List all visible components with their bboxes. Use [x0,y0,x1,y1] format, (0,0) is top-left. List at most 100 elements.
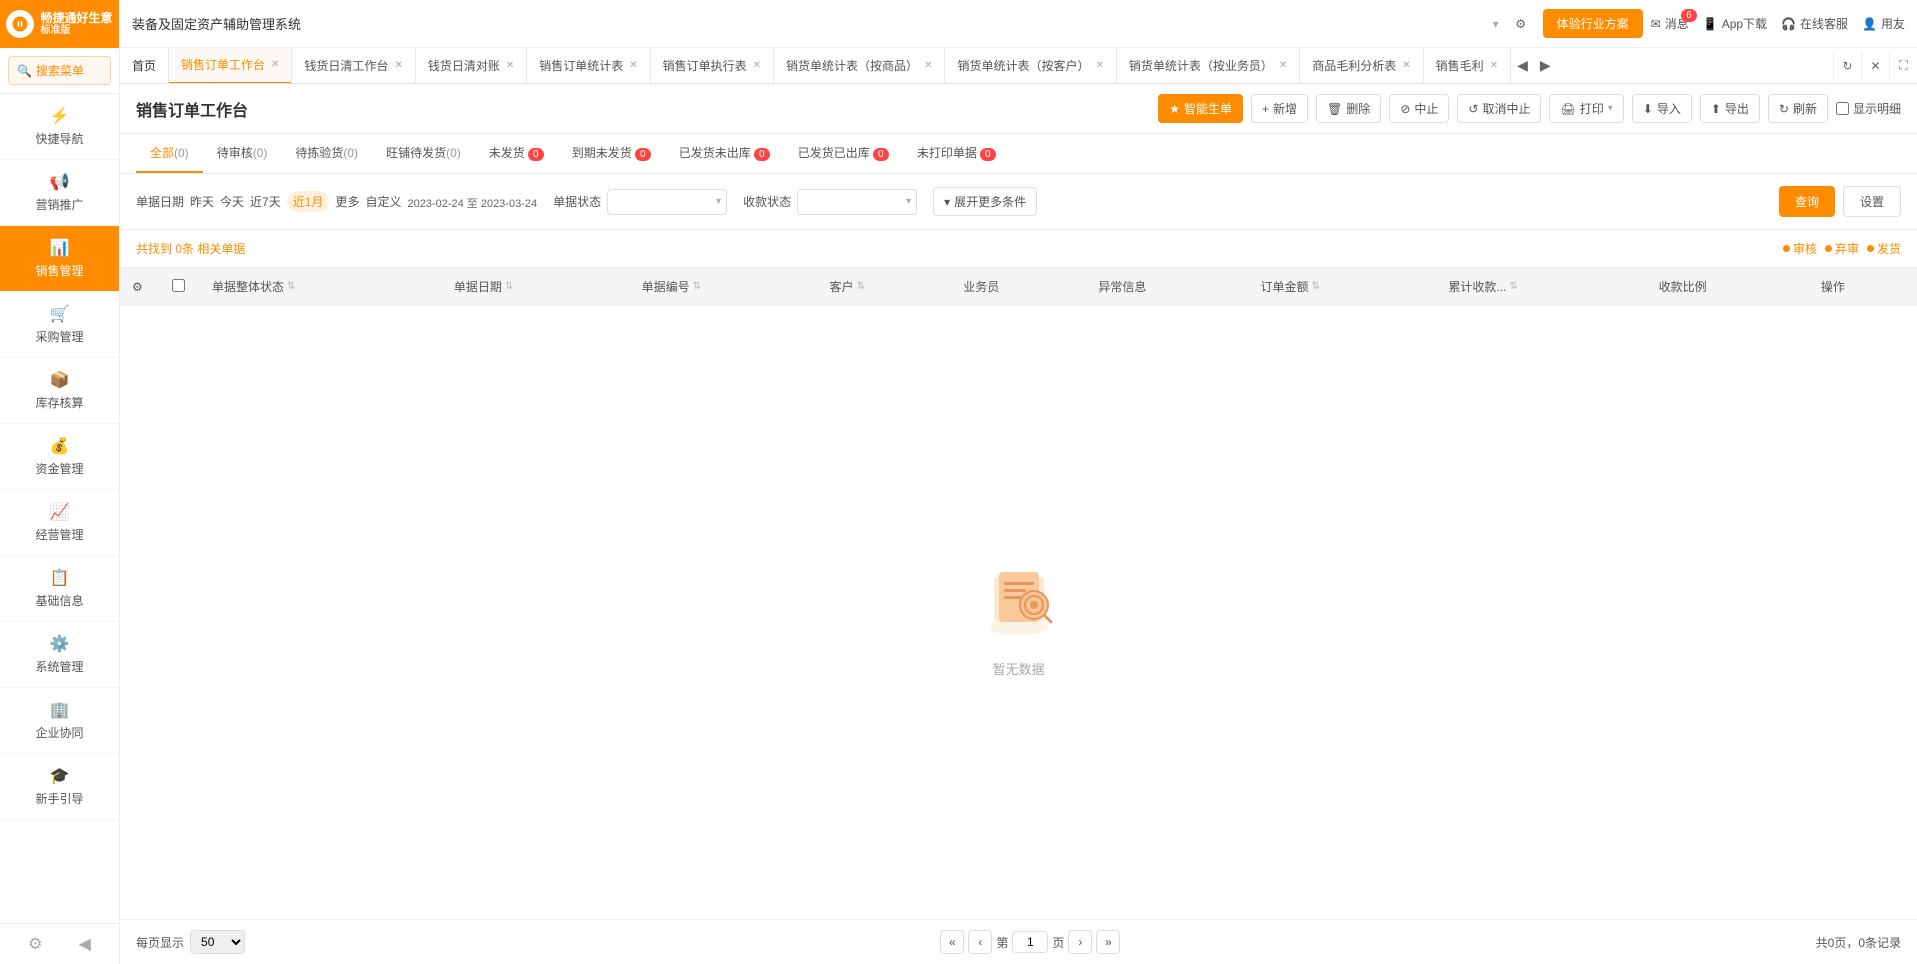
topbar-settings-icon[interactable]: ⚙ [1507,10,1535,38]
filter-tab-all[interactable]: 全部(0) [136,134,203,173]
search-settings-button[interactable]: 设置 [1843,186,1901,217]
tabs-close-icon[interactable]: ✕ [1861,52,1889,80]
sidebar-item-system[interactable]: ⚙️ 系统管理 [0,622,119,688]
sidebar-item-sales[interactable]: 📊 销售管理 [0,226,119,292]
filter-tab-shipped-out[interactable]: 已发货已出库0 [784,134,903,173]
export-button[interactable]: ⬆ 导出 [1700,94,1760,123]
tab-sales-workbench[interactable]: 销售订单工作台 ✕ [169,48,292,84]
tab-sales-stats[interactable]: 销售订单统计表 ✕ [527,48,650,84]
tab-summary-customer-close[interactable]: ✕ [1095,60,1103,71]
topbar-dropdown-arrow[interactable]: ▾ [1493,17,1499,31]
col-received[interactable]: 累计收款... ⇅ [1436,268,1646,306]
col-settings[interactable]: ⚙ [120,268,160,306]
tabs-refresh-icon[interactable]: ↻ [1833,52,1861,80]
trial-button[interactable]: 体验行业方案 [1543,9,1643,38]
audit-button[interactable]: 审核 [1783,240,1817,257]
ship-button[interactable]: 发货 [1867,240,1901,257]
sidebar-item-inventory[interactable]: 📦 库存核算 [0,358,119,424]
col-status[interactable]: 单据整体状态 ⇅ [200,268,442,306]
add-button[interactable]: + 新增 [1251,94,1308,123]
tab-sales-summary-product[interactable]: 销货单统计表（按商品） ✕ [774,48,945,84]
col-staff[interactable]: 业务员 [951,268,1086,306]
select-all-checkbox[interactable] [172,279,185,292]
expand-icon: ▾ [944,195,950,209]
tabs-nav-next[interactable]: ▶ [1534,57,1557,74]
cancel-pause-button[interactable]: ↺ 取消中止 [1457,94,1541,123]
tab-cash-reconcile[interactable]: 钱货日清对账 ✕ [416,48,527,84]
filter-tab-not-shipped[interactable]: 未发货0 [475,134,558,173]
tab-product-margin-close[interactable]: ✕ [1402,60,1410,71]
filter-tab-wangpu[interactable]: 旺铺待发货(0) [372,134,475,173]
app-download-button[interactable]: 📱 App下载 [1703,15,1767,32]
tab-sales-summary-customer[interactable]: 销货单统计表（按客户） ✕ [945,48,1116,84]
tab-product-margin[interactable]: 商品毛利分析表 ✕ [1300,48,1423,84]
date-opt-yesterday[interactable]: 昨天 [190,193,214,210]
cancel-audit-button[interactable]: 弃审 [1825,240,1859,257]
message-button[interactable]: ✉ 消息 6 [1651,15,1689,32]
sidebar-item-marketing[interactable]: 📢 营销推广 [0,160,119,226]
prev-page-button[interactable]: ‹ [968,930,992,954]
date-opt-today[interactable]: 今天 [220,193,244,210]
sidebar-item-operations[interactable]: 📈 经营管理 [0,490,119,556]
next-page-button[interactable]: › [1068,930,1092,954]
search-menu-button[interactable]: 🔍 搜索菜单 [8,56,111,85]
smart-create-button[interactable]: ★ 智能生单 [1158,94,1243,123]
date-opt-custom[interactable]: 自定义 [365,193,401,210]
sidebar-item-purchase[interactable]: 🛒 采购管理 [0,292,119,358]
tab-cash-reconcile-close[interactable]: ✕ [506,60,514,71]
col-amount[interactable]: 订单金额 ⇅ [1249,268,1437,306]
tab-sales-exec[interactable]: 销售订单执行表 ✕ [651,48,774,84]
col-checkbox[interactable] [160,268,200,306]
tab-home[interactable]: 首页 [120,48,169,84]
payment-select[interactable] [797,189,917,215]
filter-tab-not-printed[interactable]: 未打印单据0 [903,134,1010,173]
col-number[interactable]: 单据编号 ⇅ [630,268,818,306]
expand-conditions-button[interactable]: ▾ 展开更多条件 [933,187,1037,216]
show-detail-checkbox-wrapper[interactable]: 显示明细 [1836,100,1901,117]
show-detail-checkbox[interactable] [1836,102,1849,115]
first-page-button[interactable]: « [940,930,964,954]
sidebar-item-beginner[interactable]: 🎓 新手引导 [0,754,119,820]
tab-sales-gross-close[interactable]: ✕ [1490,60,1498,71]
sidebar-item-base-info[interactable]: 📋 基础信息 [0,556,119,622]
filter-tab-shipped-not-out[interactable]: 已发货未出库0 [665,134,784,173]
tabs-expand-icon[interactable]: ⛶ [1889,52,1917,80]
tab-summary-staff-close[interactable]: ✕ [1279,60,1287,71]
page-number-input[interactable] [1012,931,1048,953]
tab-sales-summary-staff[interactable]: 销货单统计表（按业务员） ✕ [1117,48,1300,84]
filter-tab-pending-inspect[interactable]: 待拣验货(0) [281,134,372,173]
date-opt-more[interactable]: 更多 [335,193,359,210]
collapse-icon[interactable]: ◀ [79,934,91,954]
tab-sales-stats-close[interactable]: ✕ [629,60,637,71]
delete-button[interactable]: 🗑 删除 [1316,94,1381,123]
status-select[interactable] [607,189,727,215]
date-opt-1month[interactable]: 近1月 [287,191,330,212]
settings-gear-icon[interactable]: ⚙ [28,934,42,954]
col-ratio[interactable]: 收款比例 [1647,268,1809,306]
tabs-nav-prev[interactable]: ◀ [1511,57,1534,74]
refresh-button[interactable]: ↻ 刷新 [1768,94,1828,123]
sidebar-item-quick-nav[interactable]: ⚡ 快捷导航 [0,94,119,160]
filter-tab-pending-review[interactable]: 待审核(0) [203,134,282,173]
date-opt-7days[interactable]: 近7天 [250,193,281,210]
col-customer[interactable]: 客户 ⇅ [817,268,951,306]
tab-cash-daily-close[interactable]: ✕ [394,60,402,71]
col-date[interactable]: 单据日期 ⇅ [442,268,630,306]
pause-button[interactable]: ⊘ 中止 [1389,94,1449,123]
tab-sales-workbench-close[interactable]: ✕ [271,59,279,70]
sidebar-item-finance[interactable]: 💰 资金管理 [0,424,119,490]
search-button[interactable]: 查询 [1779,186,1835,217]
import-button[interactable]: ⬇ 导入 [1632,94,1692,123]
filter-tab-overdue[interactable]: 到期未发货0 [558,134,665,173]
col-abnormal[interactable]: 异常信息 [1086,268,1248,306]
online-service-button[interactable]: 🎧 在线客服 [1781,15,1848,32]
tab-cash-daily[interactable]: 钱货日清工作台 ✕ [292,48,415,84]
tab-summary-product-close[interactable]: ✕ [924,60,932,71]
tab-sales-exec-close[interactable]: ✕ [753,60,761,71]
tab-sales-gross[interactable]: 销售毛利 ✕ [1424,48,1511,84]
last-page-button[interactable]: » [1096,930,1120,954]
per-page-select[interactable]: 10 20 50 100 [190,930,245,954]
user-menu[interactable]: 👤 用友 [1862,15,1905,32]
sidebar-item-enterprise[interactable]: 🏢 企业协同 [0,688,119,754]
print-button[interactable]: 🖨 打印 ▾ [1549,94,1623,123]
